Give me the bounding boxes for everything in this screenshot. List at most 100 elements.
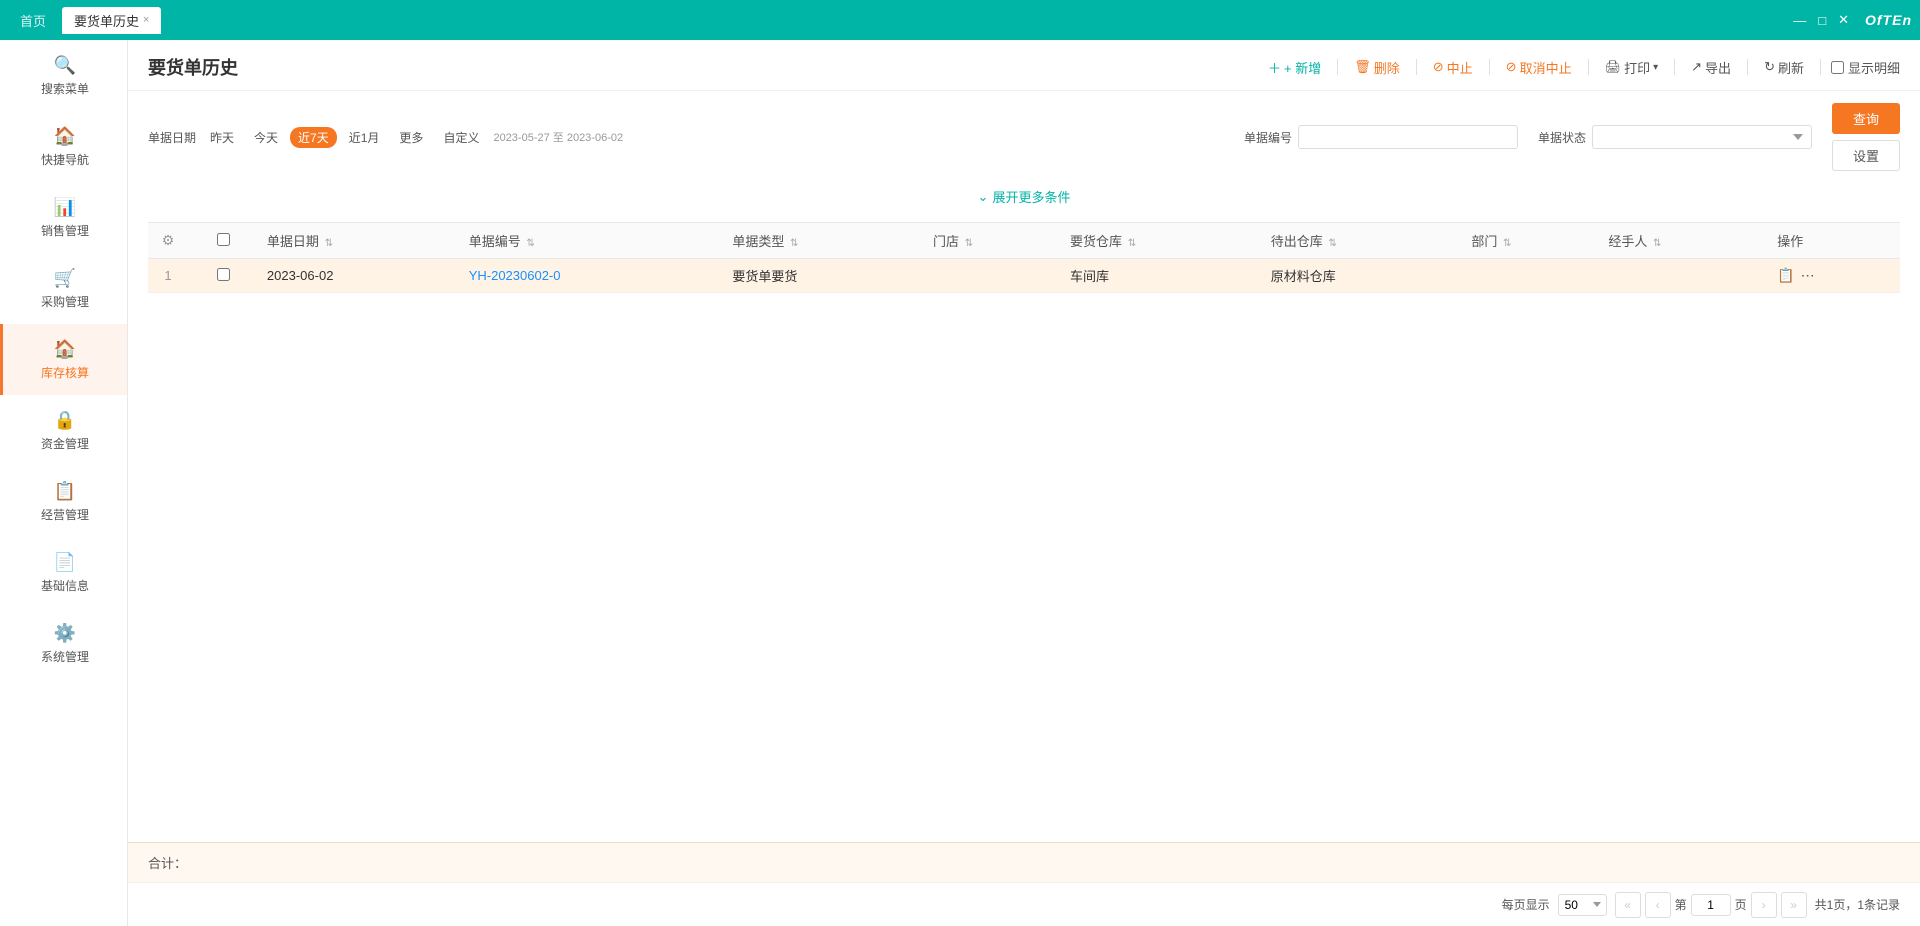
- th-pendingwarehouse[interactable]: 待出仓库 ⇅: [1263, 223, 1464, 259]
- next-page-btn[interactable]: ›: [1751, 892, 1777, 918]
- sidebar-item-sales[interactable]: 📊 销售管理: [0, 182, 127, 253]
- sidebar-item-inventory-label: 库存核算: [41, 364, 89, 381]
- window-close-icon[interactable]: ✕: [1838, 12, 1849, 28]
- expand-more-btn[interactable]: ⌄ 展开更多条件: [148, 181, 1900, 214]
- last-page-btn[interactable]: »: [1781, 892, 1807, 918]
- show-detail-checkbox[interactable]: [1831, 61, 1844, 74]
- th-billtype-label: 单据类型: [732, 234, 784, 249]
- sidebar-item-purchase[interactable]: 🛒 采购管理: [0, 253, 127, 324]
- maximize-icon[interactable]: □: [1818, 13, 1826, 28]
- delete-icon: 🗑: [1354, 59, 1371, 75]
- print-button[interactable]: 🖨 打印 ▾: [1599, 55, 1665, 80]
- date-btn-7days[interactable]: 近7天: [290, 127, 337, 148]
- first-page-btn[interactable]: «: [1615, 892, 1641, 918]
- refresh-label: 刷新: [1778, 58, 1804, 77]
- sys-icon: ⚙️: [54, 622, 76, 644]
- table-body: 1 2023-06-02 YH-20230602-0 要货单要货 车间库 原材料…: [148, 259, 1900, 293]
- date-btn-today[interactable]: 今天: [246, 127, 286, 148]
- row-dept: [1463, 259, 1600, 293]
- date-range-display: 2023-05-27 至 2023-06-02: [493, 129, 623, 145]
- date-btn-custom[interactable]: 自定义: [435, 127, 487, 148]
- cancel-stop-label: 取消中止: [1520, 58, 1572, 77]
- print-label: 打印: [1624, 58, 1650, 77]
- th-store-sort-icon: ⇅: [965, 238, 973, 249]
- show-detail-label: 显示明细: [1848, 58, 1900, 77]
- toolbar: ＋ + 新增 🗑 删除 ⊘ 中止 ⊘ 取消中止: [1262, 55, 1900, 80]
- sidebar-item-sys[interactable]: ⚙️ 系统管理: [0, 608, 127, 679]
- export-icon: ↗: [1691, 59, 1702, 75]
- page-size-select[interactable]: 50 100 200: [1558, 894, 1607, 916]
- cancel-stop-button[interactable]: ⊘ 取消中止: [1500, 55, 1578, 80]
- date-btn-yesterday[interactable]: 昨天: [202, 127, 242, 148]
- sidebar-item-inventory[interactable]: 🏠 库存核算: [0, 324, 127, 395]
- sidebar-item-quicknav[interactable]: 🏠 快捷导航: [0, 111, 127, 182]
- tab-home[interactable]: 首页: [8, 7, 58, 34]
- minimize-icon[interactable]: —: [1793, 13, 1806, 28]
- date-btn-more[interactable]: 更多: [391, 127, 431, 148]
- th-reqwarehouse[interactable]: 要货仓库 ⇅: [1062, 223, 1263, 259]
- row-reqwarehouse: 车间库: [1062, 259, 1263, 293]
- quick-nav-icon: 🏠: [54, 125, 76, 147]
- row-billno-link[interactable]: YH-20230602-0: [469, 268, 561, 283]
- sidebar-item-quicknav-label: 快捷导航: [41, 151, 89, 168]
- sidebar-item-basic[interactable]: 📄 基础信息: [0, 537, 127, 608]
- prev-page-btn[interactable]: ‹: [1645, 892, 1671, 918]
- main-layout: 🔍 搜索菜单 🏠 快捷导航 📊 销售管理 🛒 采购管理 🏠 库存核算 🔒 资金管…: [0, 40, 1920, 926]
- basic-icon: 📄: [54, 551, 76, 573]
- table-header: ⚙ 单据日期 ⇅ 单据编号 ⇅: [148, 223, 1900, 259]
- refresh-button[interactable]: ↻ 刷新: [1758, 55, 1810, 80]
- th-action: 操作: [1769, 223, 1900, 259]
- th-date[interactable]: 单据日期 ⇅: [259, 223, 461, 259]
- purchase-icon: 🛒: [54, 267, 76, 289]
- th-dept[interactable]: 部门 ⇅: [1463, 223, 1600, 259]
- row-date: 2023-06-02: [259, 259, 461, 293]
- sidebar-item-purchase-label: 采购管理: [41, 293, 89, 310]
- row-edit-icon[interactable]: 📋: [1777, 267, 1794, 284]
- status-label: 单据状态: [1538, 129, 1586, 146]
- row-action-icons: 📋 ⋯: [1777, 267, 1892, 284]
- delete-label: 删除: [1374, 58, 1400, 77]
- page-unit: 页: [1735, 896, 1747, 913]
- sidebar-item-search[interactable]: 🔍 搜索菜单: [0, 40, 127, 111]
- row-checkbox[interactable]: [217, 268, 230, 281]
- delete-button[interactable]: 🗑 删除: [1348, 55, 1406, 80]
- status-select[interactable]: [1592, 125, 1812, 149]
- add-button[interactable]: ＋ + 新增: [1262, 55, 1327, 80]
- tab-bar: 首页 要货单历史 ×: [8, 7, 1793, 34]
- page-nav: « ‹ 第 页 › »: [1615, 892, 1807, 918]
- stop-button[interactable]: ⊘ 中止: [1427, 55, 1479, 80]
- select-all-checkbox[interactable]: [217, 233, 230, 246]
- th-billno-label: 单据编号: [469, 234, 521, 249]
- page-input[interactable]: [1691, 894, 1731, 916]
- export-button[interactable]: ↗ 导出: [1685, 55, 1737, 80]
- th-handler[interactable]: 经手人 ⇅: [1600, 223, 1769, 259]
- show-detail-check[interactable]: 显示明细: [1831, 58, 1900, 77]
- footer-bar: 合计：: [128, 842, 1920, 882]
- sidebar-item-finance[interactable]: 🔒 资金管理: [0, 395, 127, 466]
- filter-row-1: 单据日期 昨天 今天 近7天 近1月 更多 自定义 2023-05-27 至 2…: [148, 103, 1900, 171]
- table-settings-icon[interactable]: ⚙: [162, 232, 175, 248]
- billno-input[interactable]: [1298, 125, 1518, 149]
- divider5: [1674, 59, 1675, 75]
- tab-yaohuodan[interactable]: 要货单历史 ×: [62, 7, 161, 34]
- th-billno[interactable]: 单据编号 ⇅: [461, 223, 725, 259]
- divider4: [1588, 59, 1589, 75]
- date-btn-1month[interactable]: 近1月: [341, 127, 388, 148]
- divider2: [1416, 59, 1417, 75]
- th-handler-label: 经手人: [1608, 234, 1647, 249]
- window-controls: — □ ✕: [1793, 12, 1849, 28]
- th-billtype[interactable]: 单据类型 ⇅: [724, 223, 925, 259]
- stop-label: 中止: [1447, 58, 1473, 77]
- tab-close-icon[interactable]: ×: [143, 14, 149, 26]
- inventory-icon: 🏠: [54, 338, 76, 360]
- settings-button[interactable]: 设置: [1832, 140, 1900, 171]
- divider3: [1489, 59, 1490, 75]
- data-table: ⚙ 单据日期 ⇅ 单据编号 ⇅: [148, 222, 1900, 293]
- query-button[interactable]: 查询: [1832, 103, 1900, 134]
- sidebar-item-search-label: 搜索菜单: [41, 80, 89, 97]
- th-store[interactable]: 门店 ⇅: [925, 223, 1062, 259]
- table-row[interactable]: 1 2023-06-02 YH-20230602-0 要货单要货 车间库 原材料…: [148, 259, 1900, 293]
- sidebar-item-ops[interactable]: 📋 经营管理: [0, 466, 127, 537]
- date-filter: 单据日期 昨天 今天 近7天 近1月 更多 自定义 2023-05-27 至 2…: [148, 127, 623, 148]
- row-more-icon[interactable]: ⋯: [1801, 267, 1815, 284]
